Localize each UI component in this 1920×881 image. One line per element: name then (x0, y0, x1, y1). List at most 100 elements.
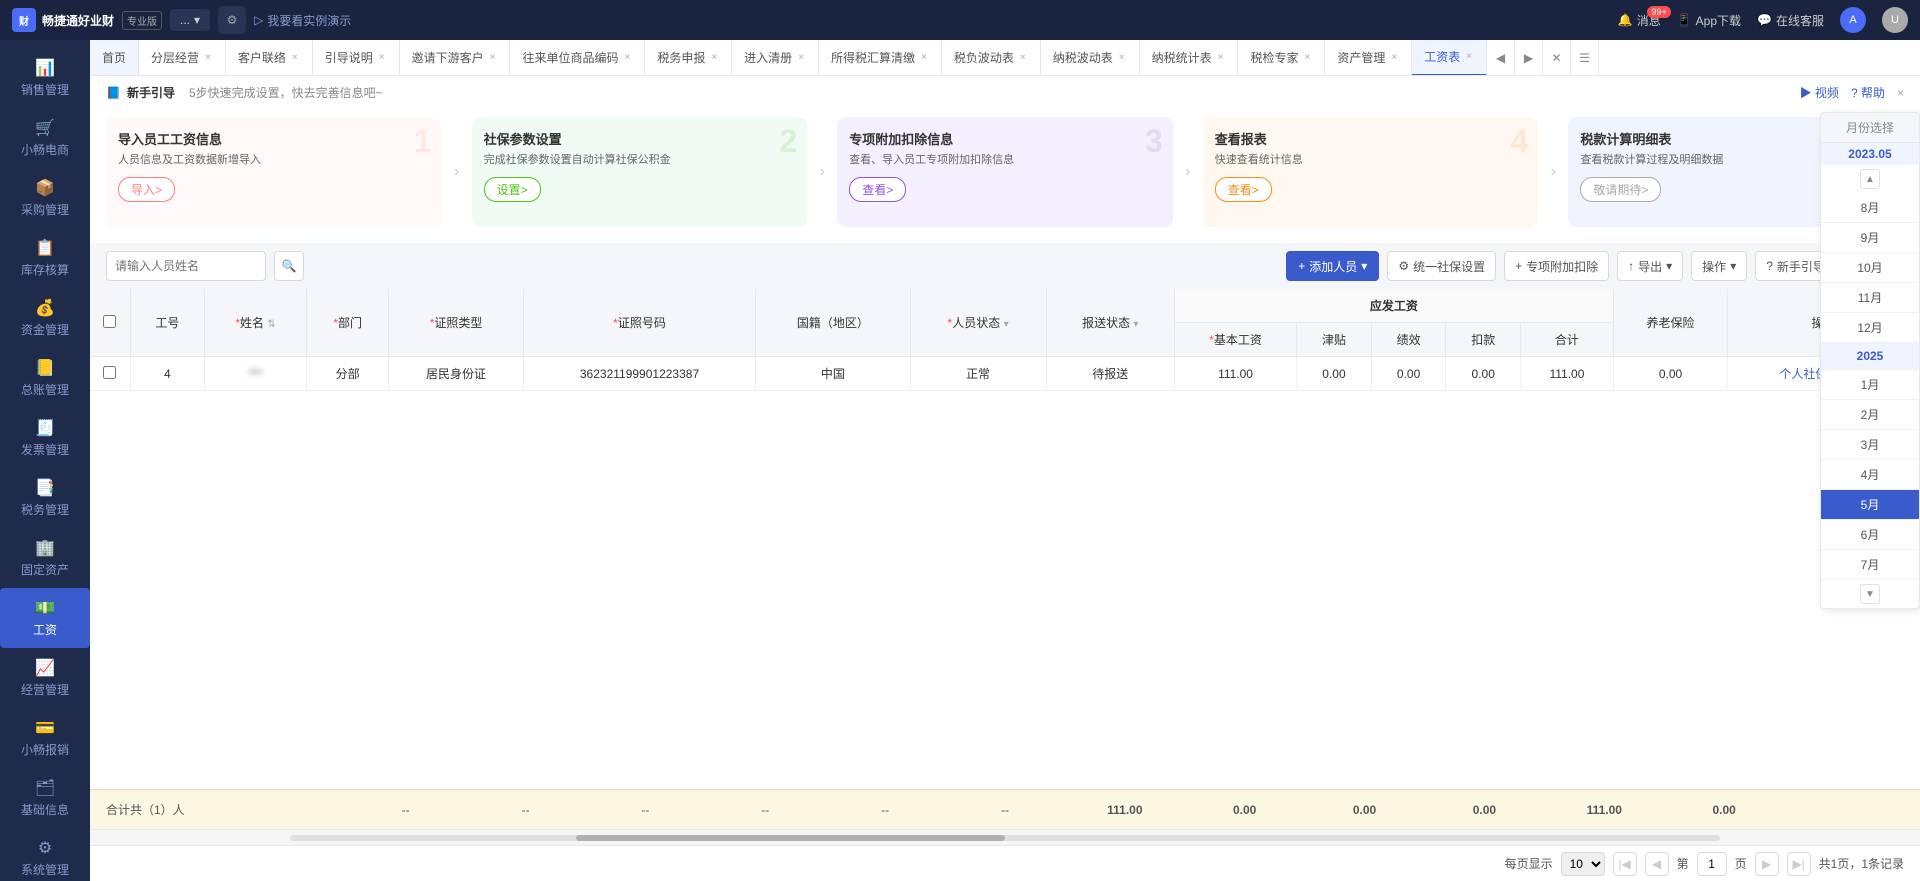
guide-video-link[interactable]: ▶ 视频 (1800, 84, 1839, 101)
special-deduction-btn[interactable]: + 专项附加扣除 (1504, 251, 1609, 281)
sidebar-item-basic[interactable]: 🗂 基础信息 (0, 768, 90, 828)
tab-product-code[interactable]: 往来单位商品编码 × (510, 40, 645, 76)
operation-btn[interactable]: 操作 ▾ (1691, 251, 1747, 281)
tab-close-icon[interactable]: × (919, 50, 929, 65)
sidebar-item-ecommerce[interactable]: 🛒 小畅电商 (0, 108, 90, 168)
user-avatar[interactable]: A (1840, 7, 1866, 33)
tab-close-icon[interactable]: × (1302, 50, 1312, 65)
demo-button[interactable]: ▷ 我要看实例演示 (254, 12, 351, 29)
month-item-7[interactable]: 7月 (1821, 550, 1919, 580)
search-button[interactable]: 🔍 (274, 251, 304, 281)
tab-tax-report[interactable]: 税务申报 × (645, 40, 732, 76)
month-item-4[interactable]: 4月 (1821, 460, 1919, 490)
tab-close-icon[interactable]: × (377, 50, 387, 65)
tab-close-icon[interactable]: × (622, 50, 632, 65)
company-selector[interactable]: ... ▾ (170, 9, 210, 31)
current-page-input[interactable] (1697, 852, 1727, 876)
export-btn[interactable]: ↑ 导出 ▾ (1617, 251, 1683, 281)
month-down-btn[interactable]: ▼ (1860, 584, 1880, 604)
tab-tax-expert[interactable]: 税检专家 × (1238, 40, 1325, 76)
ecommerce-icon: 🛒 (35, 118, 55, 138)
tab-close-icon[interactable]: × (203, 50, 213, 65)
sidebar-item-management[interactable]: 📈 经营管理 (0, 648, 90, 708)
step-desc-2: 完成社保参数设置自动计算社保公积金 (484, 152, 796, 169)
tab-close-icon[interactable]: × (290, 50, 300, 65)
horizontal-scrollbar[interactable] (90, 829, 1920, 845)
prev-page-btn[interactable]: ◀ (1645, 852, 1669, 876)
month-item-12[interactable]: 12月 (1821, 313, 1919, 343)
tab-customer[interactable]: 客户联络 × (226, 40, 313, 76)
export-icon: ↑ (1628, 259, 1634, 273)
tab-guide[interactable]: 引导说明 × (313, 40, 400, 76)
sidebar-item-ledger[interactable]: 📒 总账管理 (0, 348, 90, 408)
tab-payroll[interactable]: 工资表 × (1412, 40, 1487, 76)
month-item-3[interactable]: 3月 (1821, 430, 1919, 460)
select-all-checkbox[interactable] (103, 315, 116, 328)
sort-name-icon[interactable]: ⇅ (267, 319, 275, 330)
next-page-btn[interactable]: ▶ (1755, 852, 1779, 876)
sidebar-item-system[interactable]: ⚙ 系统管理 (0, 828, 90, 881)
tab-tax-stats[interactable]: 纳税统计表 × (1140, 40, 1239, 76)
sidebar-item-expense[interactable]: 💳 小畅报销 (0, 708, 90, 768)
tab-close-all-btn[interactable]: ✕ (1543, 40, 1571, 76)
guide-help-link[interactable]: ? 帮助 (1851, 84, 1885, 101)
tab-assets[interactable]: 资产管理 × (1325, 40, 1412, 76)
first-page-btn[interactable]: |◀ (1613, 852, 1637, 876)
sidebar-item-payroll[interactable]: 💵 工资 (0, 588, 90, 648)
tab-close-icon[interactable]: × (1389, 50, 1399, 65)
month-item-10[interactable]: 10月 (1821, 253, 1919, 283)
tab-prev-btn[interactable]: ◀ (1487, 40, 1515, 76)
tab-home[interactable]: 首页 (90, 40, 139, 76)
tab-close-icon[interactable]: × (1216, 50, 1226, 65)
month-up-btn[interactable]: ▲ (1860, 169, 1880, 189)
sidebar-item-assets[interactable]: 🏢 固定资产 (0, 528, 90, 588)
sidebar-item-purchase[interactable]: 📦 采购管理 (0, 168, 90, 228)
row-checkbox[interactable] (103, 366, 116, 379)
month-item-5[interactable]: 5月 (1821, 490, 1919, 520)
scroll-thumb[interactable] (576, 835, 1005, 841)
sidebar-item-inventory[interactable]: 📋 库存核算 (0, 228, 90, 288)
guide-close-btn[interactable]: × (1897, 86, 1904, 100)
tab-close-icon[interactable]: × (1018, 50, 1028, 65)
month-item-6[interactable]: 6月 (1821, 520, 1919, 550)
tab-tax-burden[interactable]: 税负波动表 × (942, 40, 1041, 76)
tab-tax-fluctuation[interactable]: 纳税波动表 × (1041, 40, 1140, 76)
step-btn-1[interactable]: 导入> (118, 177, 175, 202)
last-page-btn[interactable]: ▶| (1787, 852, 1811, 876)
month-item-9[interactable]: 9月 (1821, 223, 1919, 253)
tab-menu-btn[interactable]: ☰ (1571, 40, 1599, 76)
tab-close-icon[interactable]: × (488, 50, 498, 65)
social-security-btn[interactable]: ⚙ 统一社保设置 (1387, 251, 1496, 281)
month-item-2[interactable]: 2月 (1821, 400, 1919, 430)
message-button[interactable]: 🔔 消息 99+ (1618, 12, 1661, 29)
sidebar-item-sales[interactable]: 📊 销售管理 (0, 48, 90, 108)
tab-invite[interactable]: 邀请下游客户 × (400, 40, 511, 76)
add-person-button[interactable]: + 添加人员 ▾ (1286, 251, 1379, 281)
tab-close-icon[interactable]: × (1117, 50, 1127, 65)
per-page-select[interactable]: 10 20 50 (1561, 852, 1605, 876)
user-avatar2[interactable]: U (1882, 7, 1908, 33)
pagination: 每页显示 10 20 50 |◀ ◀ 第 页 ▶ ▶| 共1页，1条记 (90, 845, 1920, 881)
step-btn-3[interactable]: 查看> (849, 177, 906, 202)
step-btn-4[interactable]: 查看> (1215, 177, 1272, 202)
tab-close-payroll-icon[interactable]: × (1464, 49, 1474, 64)
settings-icon[interactable]: ⚙ (218, 6, 246, 34)
tab-next-btn[interactable]: ▶ (1515, 40, 1543, 76)
filter-report-icon[interactable]: ▾ (1133, 319, 1138, 330)
tab-close-icon[interactable]: × (796, 50, 806, 65)
sidebar-item-invoice[interactable]: 🧾 发票管理 (0, 408, 90, 468)
tab-close-icon[interactable]: × (709, 50, 719, 65)
month-item-1[interactable]: 1月 (1821, 370, 1919, 400)
tab-register[interactable]: 进入清册 × (732, 40, 819, 76)
filter-status-icon[interactable]: ▾ (1004, 319, 1009, 330)
month-item-11[interactable]: 11月 (1821, 283, 1919, 313)
search-input[interactable] (106, 251, 266, 281)
step-btn-2[interactable]: 设置> (484, 177, 541, 202)
sidebar-item-tax[interactable]: 📑 税务管理 (0, 468, 90, 528)
month-item-8[interactable]: 8月 (1821, 193, 1919, 223)
tab-income-tax[interactable]: 所得税汇算清缴 × (819, 40, 942, 76)
sidebar-item-finance[interactable]: 💰 资金管理 (0, 288, 90, 348)
tab-fen-ceng[interactable]: 分层经营 × (139, 40, 226, 76)
online-service-button[interactable]: 💬 在线客服 (1757, 12, 1824, 29)
app-download-button[interactable]: 📱 App下载 (1677, 12, 1741, 29)
